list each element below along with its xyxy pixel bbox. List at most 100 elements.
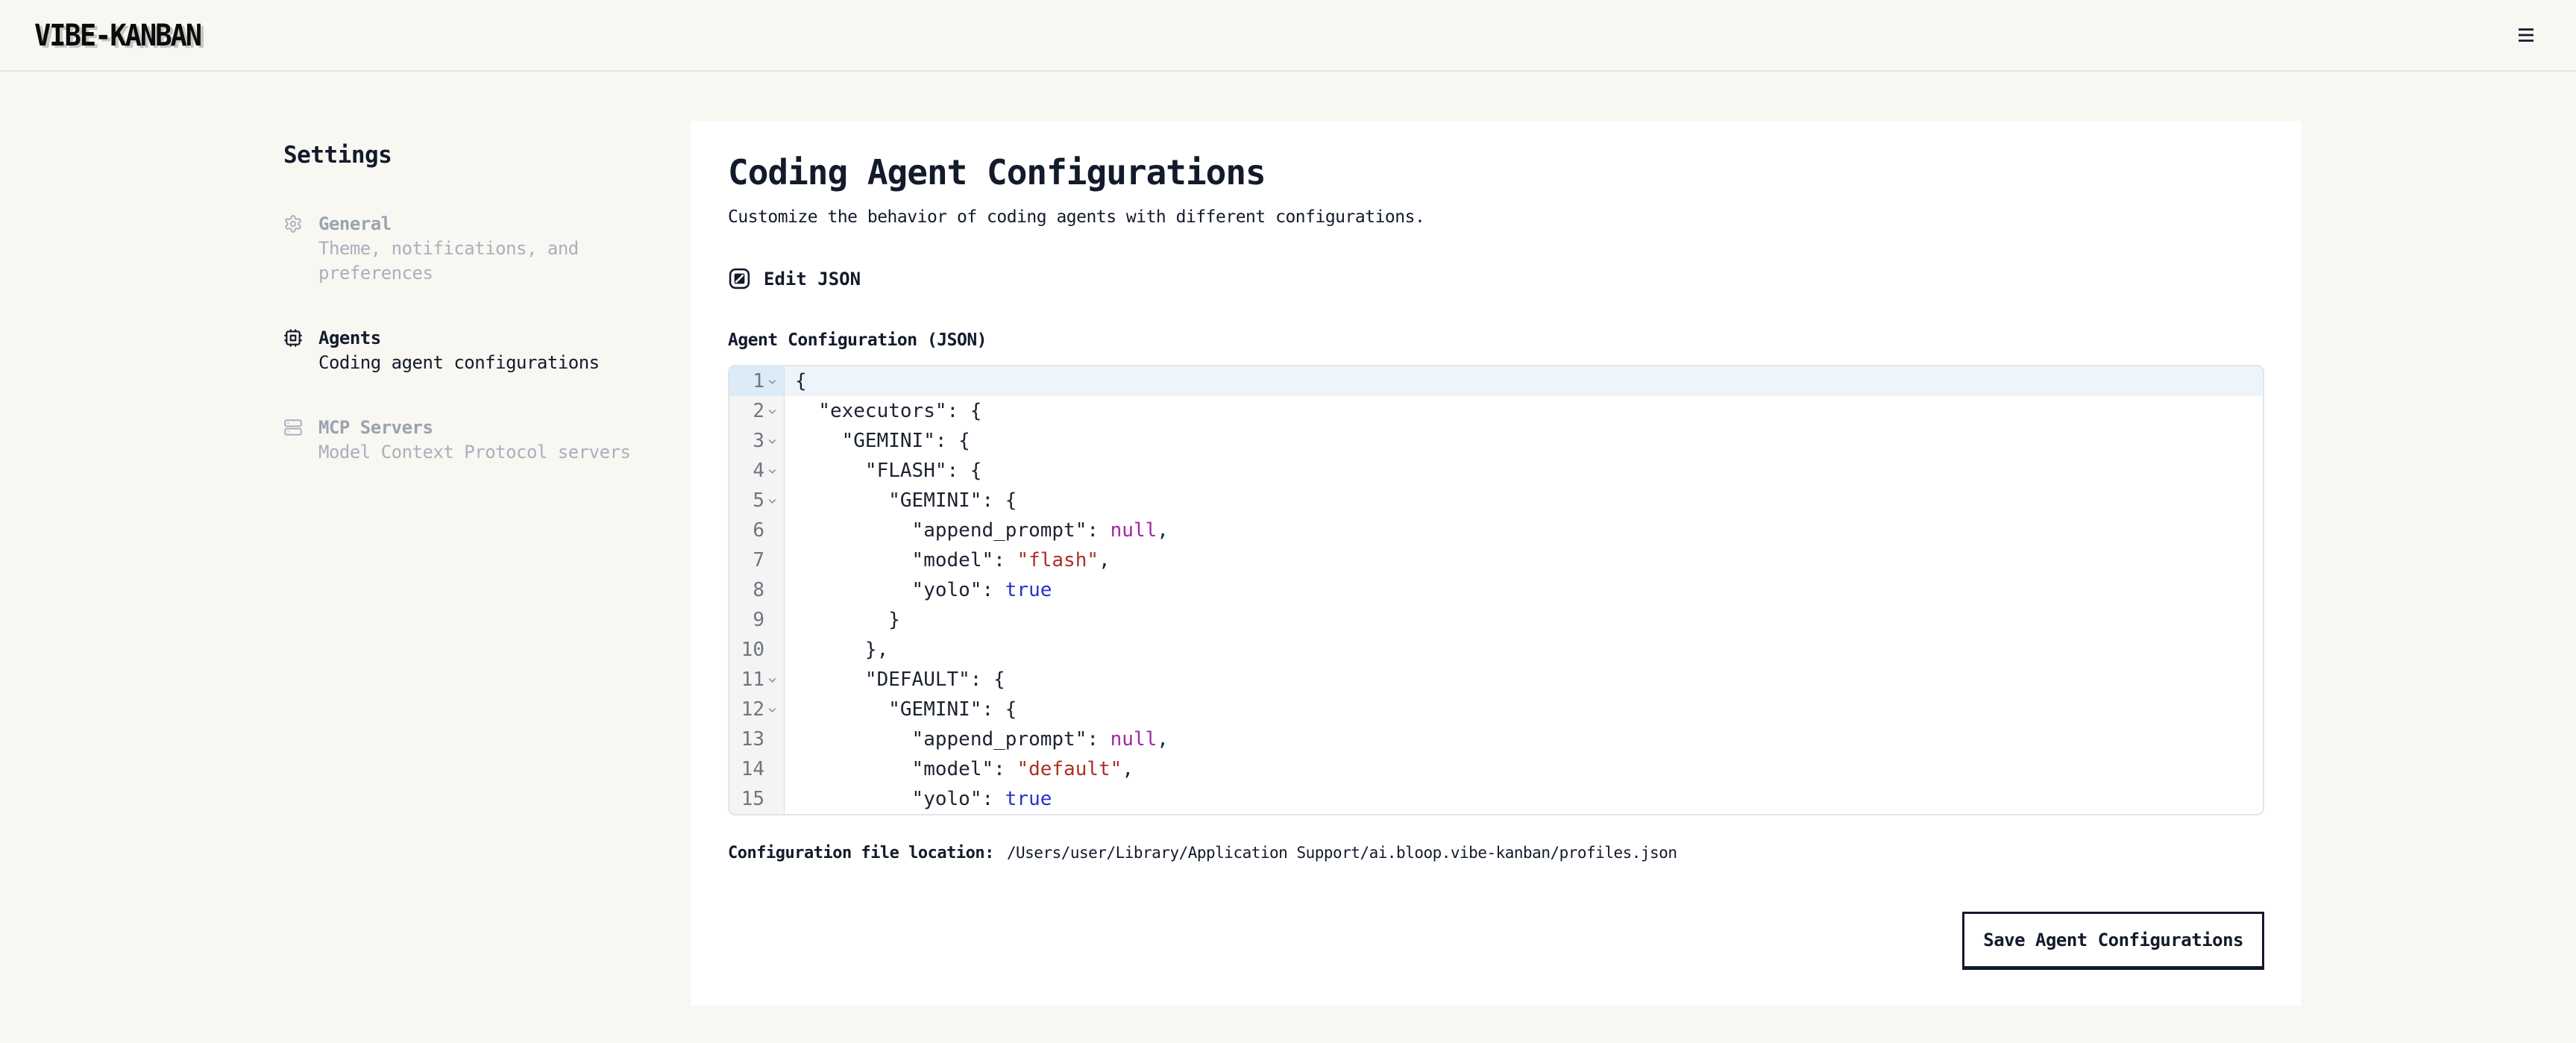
token-plain: , (1157, 519, 1169, 542)
token-plain: "GEMINI": { (841, 430, 970, 452)
code-line-content[interactable]: "executors": { (785, 396, 2263, 426)
code-line-content[interactable]: "GEMINI": { (785, 695, 2263, 724)
token-plain: { (795, 370, 807, 392)
code-line-content[interactable]: "append_prompt": null, (785, 516, 2263, 545)
line-number: 15 (741, 788, 764, 810)
save-agent-configurations-button[interactable]: Save Agent Configurations (1962, 912, 2264, 970)
sidebar-item-general[interactable]: General Theme, notifications, and prefer… (283, 212, 661, 286)
fold-toggle-icon[interactable] (764, 426, 780, 456)
code-line-content[interactable]: "yolo": true (785, 784, 2263, 814)
fold-toggle-icon[interactable] (764, 695, 780, 724)
sidebar-item-text: General Theme, notifications, and prefer… (318, 212, 661, 286)
gear-icon (283, 214, 303, 286)
code-line-content[interactable]: } (785, 605, 2263, 635)
sidebar-item-agents[interactable]: Agents Coding agent configurations (283, 326, 661, 375)
token-string: "default" (1017, 758, 1122, 780)
top-navigation-bar: VIBE-KANBAN (0, 0, 2576, 72)
code-line[interactable]: 7 "model": "flash", (729, 545, 2263, 575)
code-line[interactable]: 10 }, (729, 635, 2263, 665)
token-plain: "DEFAULT": { (864, 668, 1005, 691)
token-plain: , (1122, 758, 1134, 780)
menu-button[interactable] (2510, 19, 2542, 51)
code-line-content[interactable]: "yolo": true (785, 575, 2263, 605)
fold-toggle-icon[interactable] (764, 366, 780, 396)
fold-toggle-icon[interactable] (764, 665, 780, 695)
settings-sidebar: Settings General Theme, notifications, a… (274, 121, 691, 505)
code-line[interactable]: 4 "FLASH": { (729, 456, 2263, 486)
code-line[interactable]: 6 "append_prompt": null, (729, 516, 2263, 545)
editor-gutter-cell: 9 (729, 605, 785, 635)
editor-gutter-cell: 3 (729, 426, 785, 456)
code-line-content[interactable]: }, (785, 635, 2263, 665)
sidebar-item-text: Agents Coding agent configurations (318, 326, 600, 375)
code-line-content[interactable]: "DEFAULT": { (785, 665, 2263, 695)
token-plain: } (888, 609, 900, 631)
token-bool: true (1005, 579, 1052, 601)
page-subtitle: Customize the behavior of coding agents … (728, 207, 1425, 227)
edit-json-button[interactable]: Edit JSON (728, 267, 861, 290)
json-code-editor[interactable]: 1{2 "executors": {3 "GEMINI": {4 "FLASH"… (728, 365, 2264, 815)
code-line-content[interactable]: "GEMINI": { (785, 486, 2263, 516)
code-line[interactable]: 8 "yolo": true (729, 575, 2263, 605)
code-line[interactable]: 11 "DEFAULT": { (729, 665, 2263, 695)
code-line[interactable]: 13 "append_prompt": null, (729, 724, 2263, 754)
sidebar-item-label: General (318, 213, 392, 234)
line-number: 10 (741, 639, 764, 661)
token-string: "flash" (1017, 549, 1099, 571)
code-line-content[interactable]: "GEMINI": { (785, 426, 2263, 456)
code-line[interactable]: 1{ (729, 366, 2263, 396)
line-number: 1 (753, 370, 764, 392)
editor-gutter-cell: 7 (729, 545, 785, 575)
fold-toggle-icon[interactable] (764, 396, 780, 426)
sidebar-item-mcp-servers[interactable]: MCP Servers Model Context Protocol serve… (283, 416, 661, 465)
token-bool: true (1005, 788, 1052, 810)
fold-toggle-icon[interactable] (764, 486, 780, 516)
line-number: 3 (753, 430, 764, 452)
page: VIBE-KANBAN Settings General Theme, noti… (0, 0, 2576, 1006)
code-line[interactable]: 3 "GEMINI": { (729, 426, 2263, 456)
code-line[interactable]: 9 } (729, 605, 2263, 635)
token-null: null (1110, 519, 1157, 542)
token-plain: , (1099, 549, 1110, 571)
sidebar-item-description: Coding agent configurations (318, 352, 600, 373)
sidebar-nav: General Theme, notifications, and prefer… (283, 212, 661, 465)
editor-gutter-cell: 6 (729, 516, 785, 545)
token-null: null (1110, 728, 1157, 751)
code-line-content[interactable]: "model": "flash", (785, 545, 2263, 575)
file-location-row: Configuration file location: /Users/user… (728, 844, 2264, 862)
line-number: 6 (753, 519, 764, 542)
file-location-path: /Users/user/Library/Application Support/… (1006, 844, 1677, 862)
cpu-icon (283, 328, 303, 375)
code-line-content[interactable]: "append_prompt": null, (785, 724, 2263, 754)
token-plain: "GEMINI": { (888, 698, 1017, 721)
line-number: 7 (753, 549, 764, 571)
code-line[interactable]: 15 "yolo": true (729, 784, 2263, 814)
token-plain: "model": (911, 758, 1017, 780)
fold-toggle-icon[interactable] (764, 456, 780, 486)
code-line[interactable]: 14 "model": "default", (729, 754, 2263, 784)
code-line[interactable]: 5 "GEMINI": { (729, 486, 2263, 516)
code-line-content[interactable]: "FLASH": { (785, 456, 2263, 486)
token-plain: "FLASH": { (864, 460, 982, 482)
actions-row: Save Agent Configurations (728, 912, 2264, 970)
file-location-label: Configuration file location: (728, 844, 994, 862)
code-line-content[interactable]: "model": "default", (785, 754, 2263, 784)
sidebar-title: Settings (283, 142, 392, 169)
editor-gutter-cell: 2 (729, 396, 785, 426)
code-line[interactable]: 2 "executors": { (729, 396, 2263, 426)
code-line-content[interactable]: { (785, 366, 2263, 396)
token-plain: "model": (911, 549, 1017, 571)
code-line[interactable]: 12 "GEMINI": { (729, 695, 2263, 724)
editor-gutter-cell: 1 (729, 366, 785, 396)
line-number: 14 (741, 758, 764, 780)
